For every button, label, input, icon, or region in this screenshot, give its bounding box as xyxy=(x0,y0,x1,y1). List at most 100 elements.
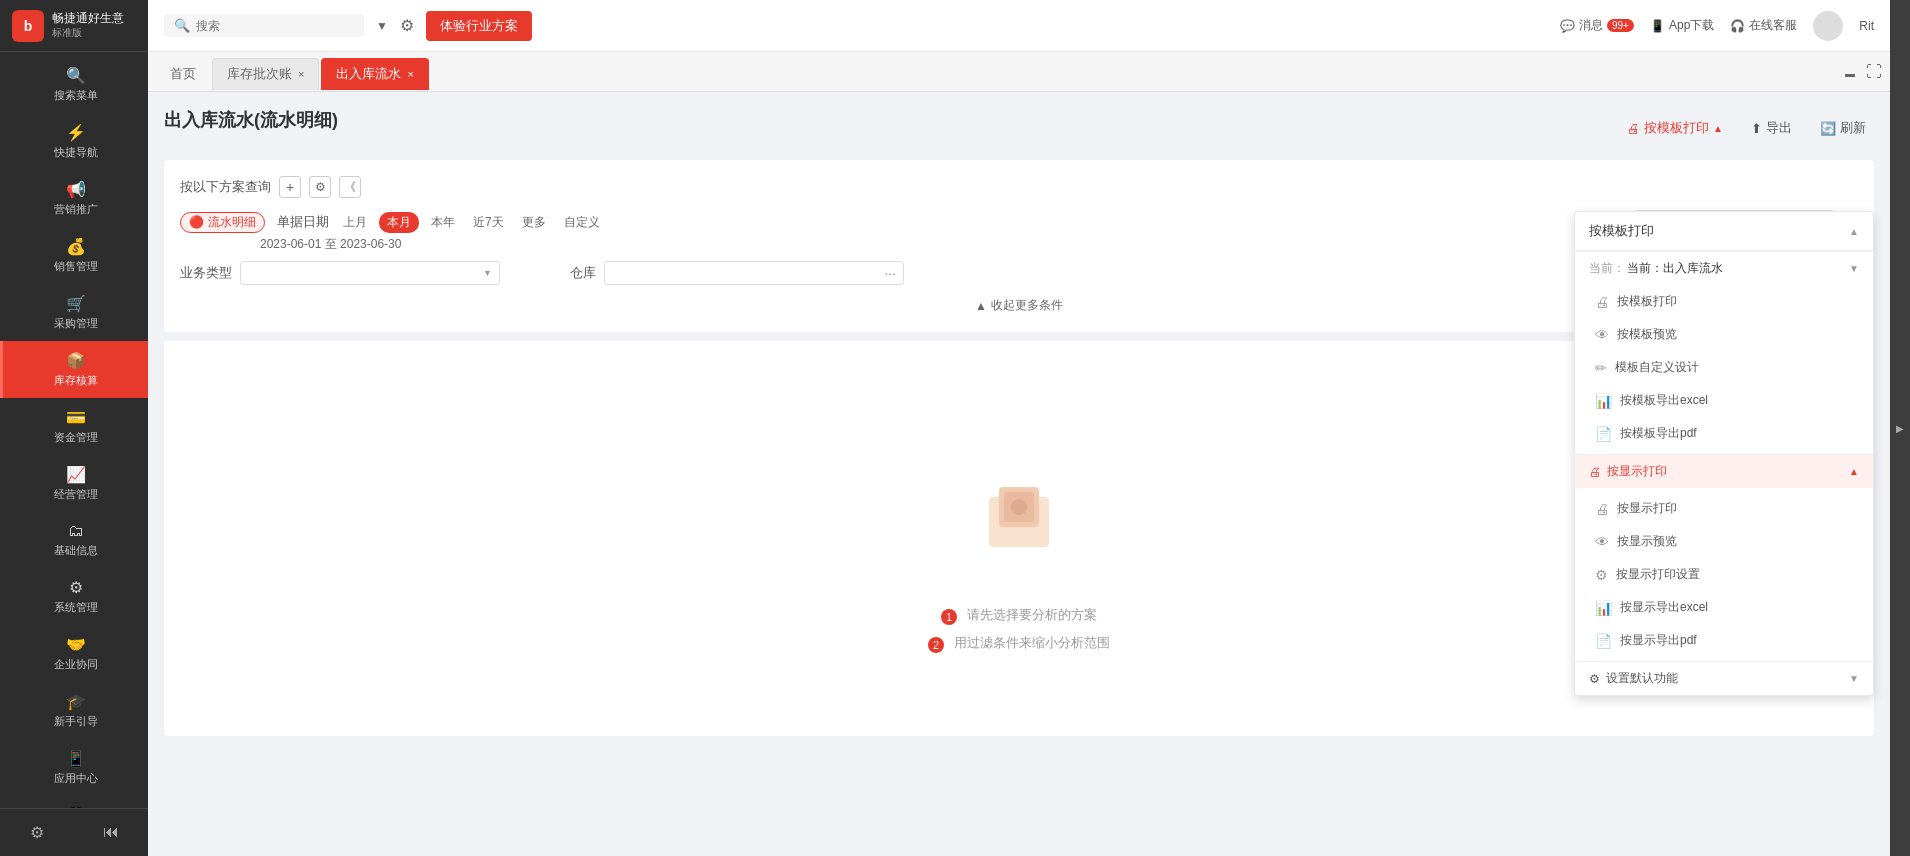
sidebar-item-quicknav[interactable]: ⚡ 快捷导航 xyxy=(0,113,148,170)
display-preview-label: 按显示预览 xyxy=(1617,533,1677,550)
date-btn-custom[interactable]: 自定义 xyxy=(558,212,606,233)
sidebar-item-guide[interactable]: 🎓 新手引导 xyxy=(0,682,148,739)
biz-type-select-wrap[interactable] xyxy=(240,261,500,285)
svg-point-3 xyxy=(1011,499,1027,515)
dropdown-header: 按模板打印 ▲ xyxy=(1575,212,1873,251)
biz-type-select[interactable] xyxy=(240,261,500,285)
dropdown-footer[interactable]: ⚙ 设置默认功能 ▼ xyxy=(1575,661,1873,695)
dropdown-item-display-settings[interactable]: ⚙ 按显示打印设置 xyxy=(1575,558,1873,591)
sidebar-item-wechat[interactable]: 💬 企业微信 xyxy=(0,796,148,808)
logo-icon: b xyxy=(12,10,44,42)
page-title: 出入库流水(流水明细) xyxy=(164,108,338,132)
display-pdf-icon: 📄 xyxy=(1595,633,1612,649)
app-download-button[interactable]: 📱 App下载 xyxy=(1650,17,1714,34)
export-button[interactable]: ⬆ 导出 xyxy=(1743,115,1800,141)
display-excel-label: 按显示导出excel xyxy=(1620,599,1708,616)
warehouse-more-icon[interactable]: ··· xyxy=(884,265,896,281)
sidebar-item-purchase[interactable]: 🛒 采购管理 xyxy=(0,284,148,341)
sidebar: b 畅捷通好生意 标准版 🔍 搜索菜单 ⚡ 快捷导航 📢 营销推广 💰 xyxy=(0,0,148,856)
dropdown-current[interactable]: 当前： 当前：出入库流水 ▼ xyxy=(1575,251,1873,281)
template-excel-label: 按模板导出excel xyxy=(1620,392,1708,409)
tab-batch-label: 库存批次账 xyxy=(227,65,292,83)
sidebar-item-search[interactable]: 🔍 搜索菜单 xyxy=(0,56,148,113)
dropdown-item-display-pdf[interactable]: 📄 按显示导出pdf xyxy=(1575,624,1873,657)
filter-settings-button[interactable]: ⚙ xyxy=(309,176,331,198)
date-btn-7days[interactable]: 近7天 xyxy=(467,212,510,233)
date-btn-more[interactable]: 更多 xyxy=(516,212,552,233)
display-preview-icon: 👁 xyxy=(1595,534,1609,550)
dropdown-item-display-excel[interactable]: 📊 按显示导出excel xyxy=(1575,591,1873,624)
dropdown-item-template-preview[interactable]: 👁 按模板预览 xyxy=(1575,318,1873,351)
dropdown-item-template-print[interactable]: 🖨 按模板打印 xyxy=(1575,285,1873,318)
tab-flow-close-icon[interactable]: × xyxy=(407,68,413,80)
display-print-items: 🖨 按显示打印 👁 按显示预览 ⚙ 按显示打印设置 xyxy=(1575,488,1873,661)
sidebar-item-operations[interactable]: 📈 经营管理 xyxy=(0,455,148,512)
dropdown-collapse-icon[interactable]: ▲ xyxy=(1849,226,1859,237)
sidebar-item-label: 基础信息 xyxy=(54,543,98,558)
search-menu-icon: 🔍 xyxy=(66,66,86,85)
date-btn-thismonth[interactable]: 本月 xyxy=(379,212,419,233)
service-button[interactable]: 🎧 在线客服 xyxy=(1730,17,1797,34)
sidebar-item-label: 库存核算 xyxy=(54,373,98,388)
sidebar-collapse-btn[interactable]: ⏮ xyxy=(99,819,123,846)
filter-add-button[interactable]: + xyxy=(279,176,301,198)
inventory-icon: 📦 xyxy=(66,351,86,370)
sidebar-item-collab[interactable]: 🤝 企业协同 xyxy=(0,625,148,682)
excel-icon: 📊 xyxy=(1595,393,1612,409)
print-template-button[interactable]: 🖨 按模板打印 ▲ xyxy=(1619,115,1731,141)
warehouse-input[interactable] xyxy=(604,261,904,285)
msg-icon: 💬 xyxy=(1560,19,1575,33)
preview-icon: 👁 xyxy=(1595,327,1609,343)
dropdown-item-template-pdf[interactable]: 📄 按模板导出pdf xyxy=(1575,417,1873,450)
date-btn-thisyear[interactable]: 本年 xyxy=(425,212,461,233)
tab-minimize-icon[interactable]: 🗕 xyxy=(1842,63,1858,81)
date-btn-lastmonth[interactable]: 上月 xyxy=(337,212,373,233)
topbar-dropdown-icon[interactable]: ▼ xyxy=(376,19,388,33)
sidebar-item-appstore[interactable]: 📱 应用中心 xyxy=(0,739,148,796)
trial-button[interactable]: 体验行业方案 xyxy=(426,11,532,41)
refresh-button[interactable]: 🔄 刷新 xyxy=(1812,115,1874,141)
filter-date-item: 单据日期 上月 本月 本年 近7天 更多 自定义 xyxy=(277,212,606,233)
marketing-icon: 📢 xyxy=(66,180,86,199)
dropdown-item-display-preview[interactable]: 👁 按显示预览 xyxy=(1575,525,1873,558)
filter-label: 按以下方案查询 xyxy=(180,178,271,196)
tab-home[interactable]: 首页 xyxy=(156,58,210,90)
dropdown-item-template-excel[interactable]: 📊 按模板导出excel xyxy=(1575,384,1873,417)
sidebar-item-marketing[interactable]: 📢 营销推广 xyxy=(0,170,148,227)
filter-type-tag[interactable]: 🔴 流水明细 xyxy=(180,212,265,233)
basic-icon: 🗂 xyxy=(68,522,84,540)
search-input[interactable] xyxy=(196,19,316,33)
sidebar-item-system[interactable]: ⚙ 系统管理 xyxy=(0,568,148,625)
display-print-section-header[interactable]: 🖨 按显示打印 ▲ xyxy=(1575,454,1873,488)
topbar-search-box[interactable]: 🔍 xyxy=(164,14,364,37)
sidebar-item-finance[interactable]: 💳 资金管理 xyxy=(0,398,148,455)
sidebar-item-sales[interactable]: 💰 销售管理 xyxy=(0,227,148,284)
collapse-more-button[interactable]: ▲ 收起更多条件 xyxy=(967,295,1071,316)
avatar[interactable] xyxy=(1813,11,1843,41)
filter-warehouse-item: 仓库 ··· xyxy=(570,261,904,285)
sidebar-item-label: 经营管理 xyxy=(54,487,98,502)
service-label: 在线客服 xyxy=(1749,17,1797,34)
filter-collapse-button[interactable]: 《 xyxy=(339,176,361,198)
dropdown-item-template-design[interactable]: ✏ 模板自定义设计 xyxy=(1575,351,1873,384)
username-text[interactable]: Rit xyxy=(1859,19,1874,33)
right-scroll-handle[interactable]: ▶ xyxy=(1890,0,1910,856)
tab-flow[interactable]: 出入库流水 × xyxy=(321,58,428,90)
sidebar-item-inventory[interactable]: 📦 库存核算 xyxy=(0,341,148,398)
msg-label: 消息 xyxy=(1579,17,1603,34)
sidebar-item-basic[interactable]: 🗂 基础信息 xyxy=(0,512,148,568)
dropdown-current-arrow[interactable]: ▼ xyxy=(1849,263,1859,274)
msg-button[interactable]: 💬 消息 99+ xyxy=(1560,17,1634,34)
tab-batch-close-icon[interactable]: × xyxy=(298,68,304,80)
app-icon: 📱 xyxy=(1650,19,1665,33)
topbar-gear-icon[interactable]: ⚙ xyxy=(400,16,414,35)
sidebar-settings-btn[interactable]: ⚙ xyxy=(26,819,48,846)
template-print-label: 按模板打印 xyxy=(1617,293,1677,310)
msg-badge: 99+ xyxy=(1607,19,1634,32)
tab-batch-account[interactable]: 库存批次账 × xyxy=(212,58,319,90)
system-icon: ⚙ xyxy=(69,578,83,597)
export-icon: ⬆ xyxy=(1751,121,1762,136)
tab-expand-icon[interactable]: ⛶ xyxy=(1866,63,1882,81)
dropdown-item-display-print[interactable]: 🖨 按显示打印 xyxy=(1575,492,1873,525)
tabs-bar: 首页 库存批次账 × 出入库流水 × 🗕 ⛶ xyxy=(148,52,1890,92)
